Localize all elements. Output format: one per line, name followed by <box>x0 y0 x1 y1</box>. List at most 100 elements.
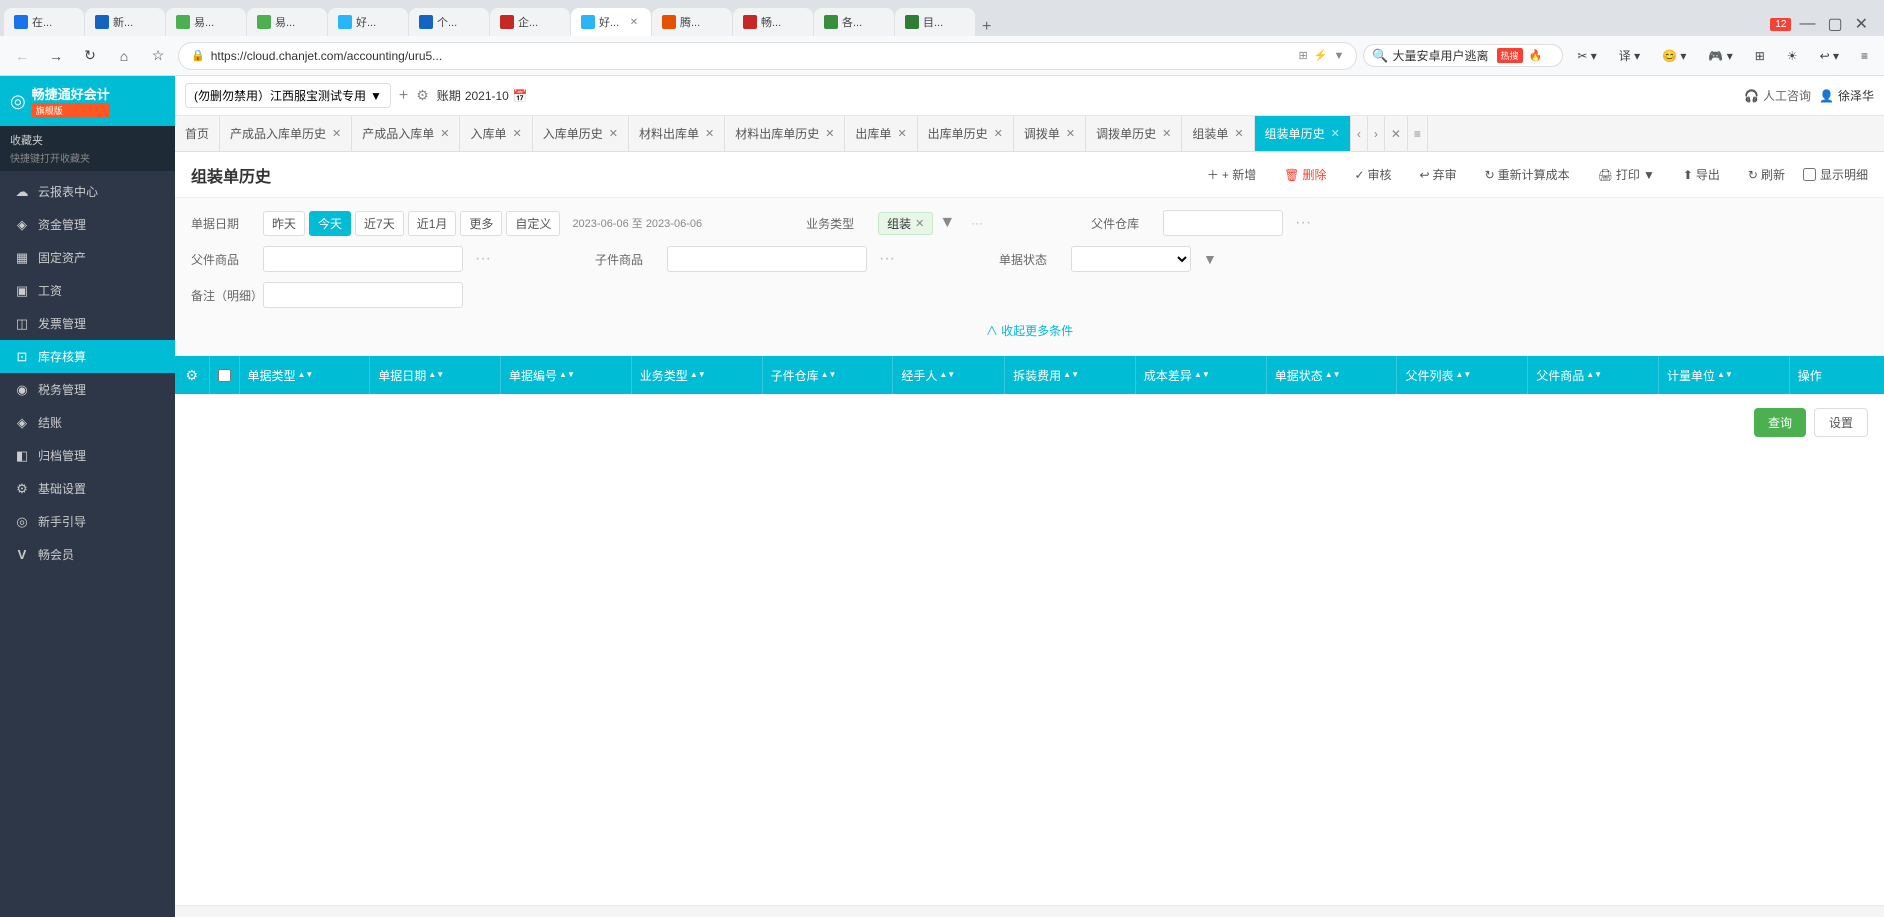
browser-tab-2[interactable]: 新... <box>85 8 165 36</box>
add-company-btn[interactable]: + <box>399 87 408 105</box>
child-goods-input[interactable] <box>667 246 867 272</box>
date-btn-custom[interactable]: 自定义 <box>506 211 560 236</box>
tab-out-history[interactable]: 出库单历史 ✕ <box>918 116 1014 152</box>
settings-btn[interactable]: 设置 <box>1814 408 1868 437</box>
address-dropdown[interactable]: ⚡ <box>1314 49 1328 62</box>
window-close-btn[interactable]: ✕ <box>1851 12 1872 36</box>
parent-warehouse-input[interactable] <box>1163 210 1283 236</box>
abandon-btn[interactable]: ↩ 弃审 <box>1410 162 1467 187</box>
tab-out-close[interactable]: ✕ <box>897 127 906 140</box>
tab-prod-in-history[interactable]: 产成品入库单历史 ✕ <box>220 116 352 152</box>
tab-mat-out-history-close[interactable]: ✕ <box>825 127 834 140</box>
sidebar-item-basic-settings[interactable]: ⚙ 基础设置 <box>0 472 175 505</box>
browser-tab-7[interactable]: 企... <box>490 8 570 36</box>
brightness-btn[interactable]: ☀ <box>1779 45 1806 67</box>
business-type-dropdown[interactable]: ▼ <box>939 214 955 232</box>
th-order-status[interactable]: 单据状态 ▲▼ <box>1266 356 1397 394</box>
sidebar-item-wizard[interactable]: ◎ 新手引导 <box>0 505 175 538</box>
th-settings[interactable]: ⚙ <box>175 356 209 394</box>
address-chevron[interactable]: ▼ <box>1333 50 1344 62</box>
remarks-input[interactable] <box>263 282 463 308</box>
tab-out[interactable]: 出库单 ✕ <box>845 116 917 152</box>
tab-nav-next[interactable]: › <box>1368 116 1385 152</box>
tab-prod-in-close[interactable]: ✕ <box>440 127 449 140</box>
browser-tab-12[interactable]: 目... <box>895 8 975 36</box>
audit-btn[interactable]: ✓ 审核 <box>1344 162 1401 187</box>
service-button[interactable]: 🎧 人工咨询 <box>1744 87 1811 104</box>
parent-warehouse-more[interactable]: ··· <box>1295 214 1311 232</box>
tab-nav-prev[interactable]: ‹ <box>1351 116 1368 152</box>
th-checkbox[interactable] <box>209 356 239 394</box>
sidebar-item-cloud-report[interactable]: ☁ 云报表中心 <box>0 175 175 208</box>
tab-transfer-close[interactable]: ✕ <box>1066 127 1075 140</box>
tab-mat-out-history[interactable]: 材料出库单历史 ✕ <box>725 116 845 152</box>
tab-prod-in-history-close[interactable]: ✕ <box>332 127 341 140</box>
show-detail-checkbox[interactable] <box>1803 168 1816 181</box>
tab-in-history-close[interactable]: ✕ <box>609 127 618 140</box>
forward-button[interactable]: → <box>42 42 70 70</box>
business-type-tag-close[interactable]: ✕ <box>915 217 924 230</box>
qr-icon[interactable]: ⊞ <box>1299 49 1308 62</box>
tab-assembly-history-close[interactable]: ✕ <box>1331 127 1340 140</box>
cut-btn[interactable]: ✂ ▾ <box>1569 45 1604 67</box>
browser-tab-5[interactable]: 好... <box>328 8 408 36</box>
browser-tab-3[interactable]: 易... <box>166 8 246 36</box>
badge-count[interactable]: 12 <box>1770 18 1791 31</box>
browser-tab-9[interactable]: 腾... <box>652 8 732 36</box>
print-btn[interactable]: 🖨 打印 ▼ <box>1588 162 1665 187</box>
sidebar-item-funds[interactable]: ◈ 资金管理 <box>0 208 175 241</box>
date-btn-yesterday[interactable]: 昨天 <box>263 211 305 236</box>
bookmark-button[interactable]: ☆ <box>144 42 172 70</box>
th-business-type[interactable]: 业务类型 ▲▼ <box>631 356 762 394</box>
export-btn[interactable]: ⬆ 导出 <box>1673 162 1730 187</box>
th-order-no[interactable]: 单据编号 ▲▼ <box>501 356 632 394</box>
query-btn[interactable]: 查询 <box>1754 408 1806 437</box>
sidebar-item-inventory[interactable]: ⊡ 库存核算 <box>0 340 175 373</box>
show-detail-checkbox-group[interactable]: 显示明细 <box>1803 166 1868 183</box>
window-maximize-btn[interactable]: ▢ <box>1823 12 1846 36</box>
tab-mat-out[interactable]: 材料出库单 ✕ <box>629 116 725 152</box>
reload-button[interactable]: ↻ <box>76 42 104 70</box>
date-btn-more[interactable]: 更多 <box>460 211 502 236</box>
tab-in-order-close[interactable]: ✕ <box>513 127 522 140</box>
child-goods-more[interactable]: ··· <box>879 250 895 268</box>
sidebar-item-invoice[interactable]: ◫ 发票管理 <box>0 307 175 340</box>
date-btn-7days[interactable]: 近7天 <box>355 211 404 236</box>
window-minimize-btn[interactable]: — <box>1795 13 1819 35</box>
menu-btn[interactable]: ≡ <box>1853 45 1876 67</box>
tab-home[interactable]: 首页 <box>175 116 220 152</box>
browser-tab-4[interactable]: 易... <box>247 8 327 36</box>
table-select-all[interactable] <box>218 369 231 382</box>
grid-btn[interactable]: ⊞ <box>1747 45 1773 67</box>
th-order-type[interactable]: 单据类型 ▲▼ <box>239 356 370 394</box>
parent-goods-input[interactable] <box>263 246 463 272</box>
sidebar-favorites[interactable]: 收藏夹 快捷键打开收藏夹 <box>0 126 175 171</box>
refresh-btn[interactable]: ↻ 刷新 <box>1738 162 1795 187</box>
sidebar-item-tax[interactable]: ◉ 税务管理 <box>0 373 175 406</box>
browser-tab-10[interactable]: 畅... <box>733 8 813 36</box>
delete-btn[interactable]: 🗑 删除 <box>1274 162 1336 187</box>
sidebar-item-settlement[interactable]: ◈ 结账 <box>0 406 175 439</box>
collapse-filter-btn[interactable]: ∧ 收起更多条件 <box>191 318 1868 343</box>
tab-assembly[interactable]: 组装单 ✕ <box>1182 116 1254 152</box>
back-button[interactable]: ← <box>8 42 36 70</box>
emoji-btn[interactable]: 😊 ▾ <box>1654 45 1694 67</box>
settings-gear-btn[interactable]: ⚙ <box>416 87 429 104</box>
table-settings-icon[interactable]: ⚙ <box>183 367 201 384</box>
browser-tab-8[interactable]: 好... ✕ <box>571 8 651 36</box>
th-child-warehouse[interactable]: 子件仓库 ▲▼ <box>762 356 893 394</box>
tab-in-order[interactable]: 入库单 ✕ <box>460 116 532 152</box>
sidebar-item-archive[interactable]: ◧ 归档管理 <box>0 439 175 472</box>
recalc-btn[interactable]: ↻ 重新计算成本 <box>1475 162 1580 187</box>
user-info[interactable]: 👤 徐泽华 <box>1819 87 1874 104</box>
translate-btn[interactable]: 译 ▾ <box>1611 43 1648 68</box>
calendar-icon[interactable]: 📅 <box>513 89 528 103</box>
tab-transfer-history[interactable]: 调拨单历史 ✕ <box>1086 116 1182 152</box>
company-selector[interactable]: (勿删勿禁用）江西服宝测试专用 ▼ <box>185 83 391 108</box>
search-bar[interactable]: 🔍 大量安卓用户逃离 热搜 🔥 <box>1363 44 1563 67</box>
th-cost-diff[interactable]: 成本差异 ▲▼ <box>1135 356 1266 394</box>
tab-mat-out-close[interactable]: ✕ <box>705 127 714 140</box>
order-status-dropdown[interactable]: ▼ <box>1203 251 1217 267</box>
sidebar-item-payroll[interactable]: ▣ 工资 <box>0 274 175 307</box>
undo-btn[interactable]: ↩ ▾ <box>1812 45 1847 67</box>
